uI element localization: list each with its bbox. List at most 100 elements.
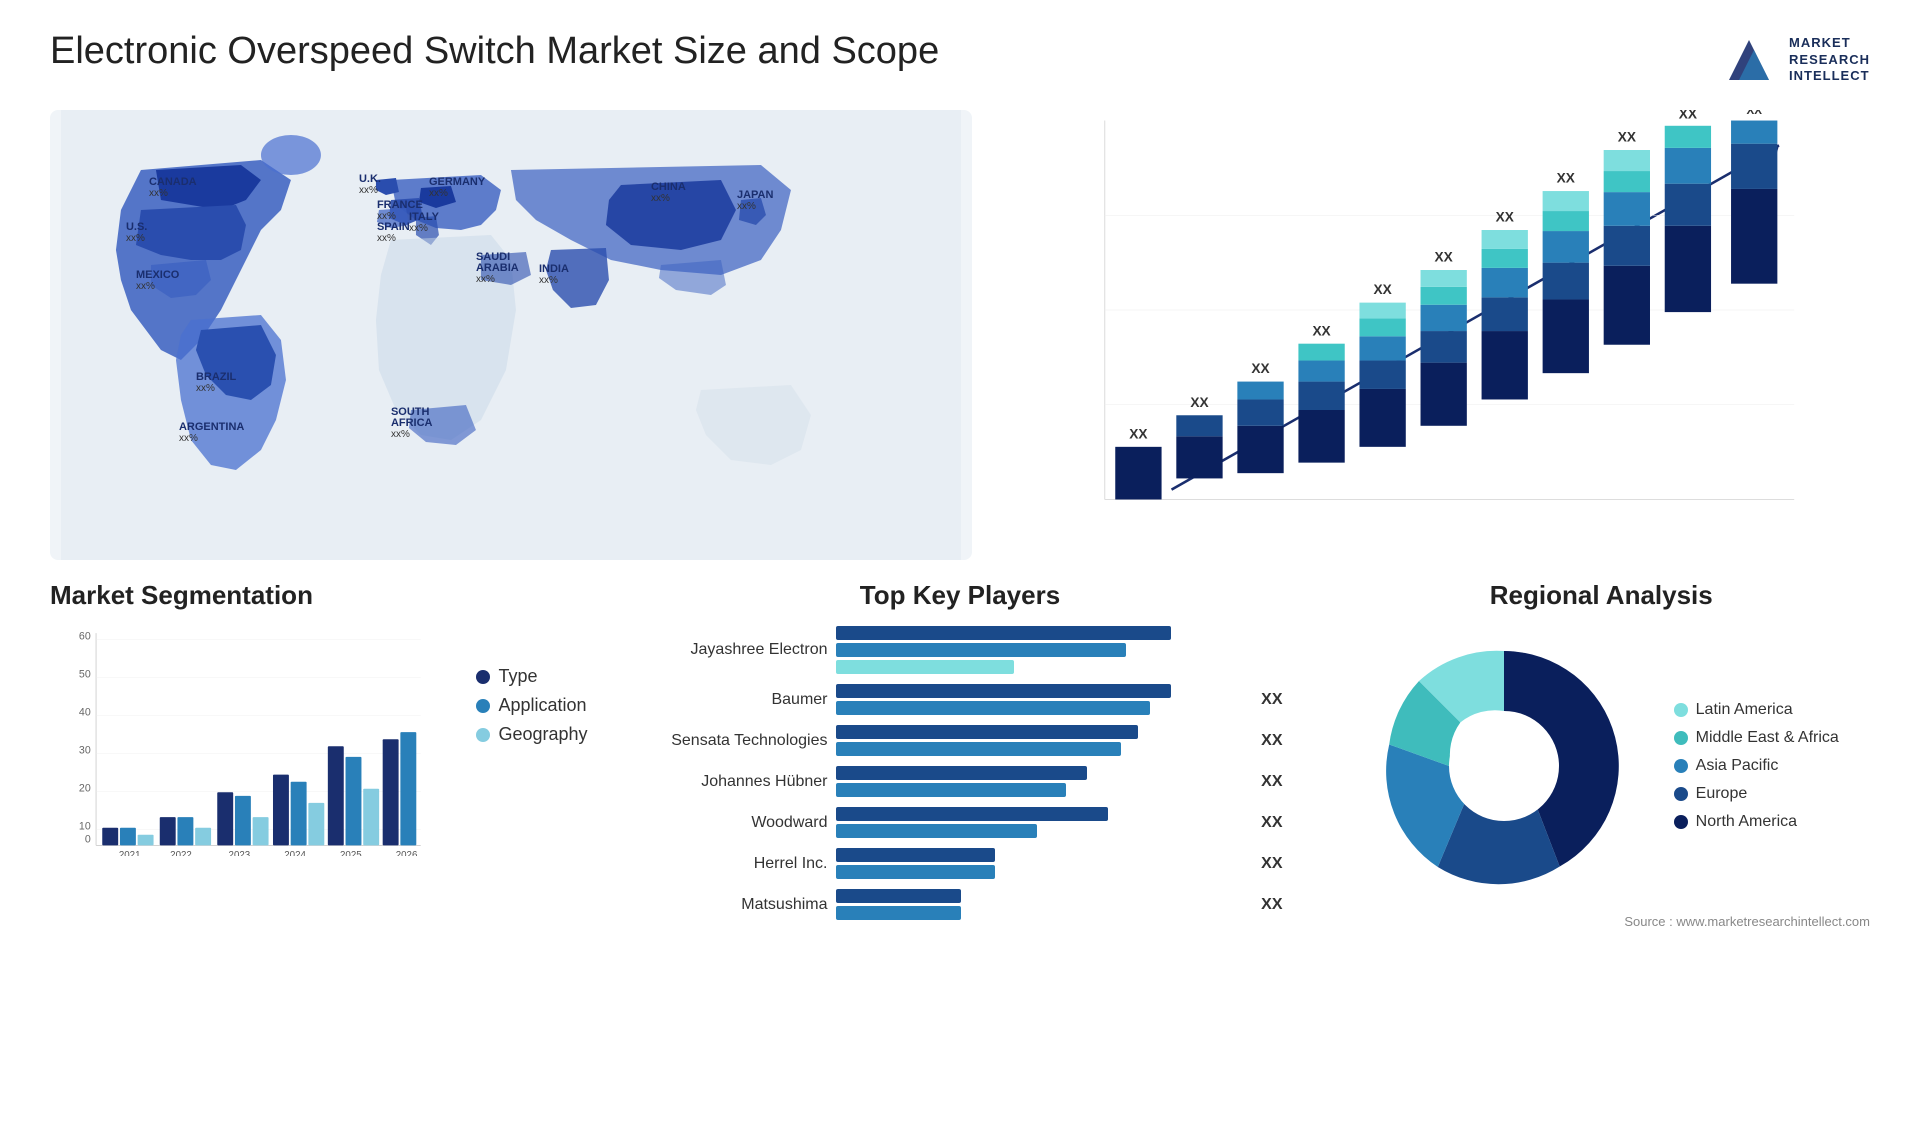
svg-text:CHINA: CHINA xyxy=(651,181,686,193)
legend-mea-dot xyxy=(1674,731,1688,745)
svg-text:xx%: xx% xyxy=(429,188,448,199)
header: Electronic Overspeed Switch Market Size … xyxy=(50,30,1870,90)
svg-text:xx%: xx% xyxy=(136,281,155,292)
svg-text:2031: 2031 xyxy=(1739,509,1769,510)
player-name: Herrel Inc. xyxy=(638,855,828,873)
player-bar-wrap: XX xyxy=(836,766,1283,797)
legend-type-dot xyxy=(476,670,490,684)
player-row: Baumer XX xyxy=(638,684,1283,715)
svg-text:CANADA: CANADA xyxy=(149,176,197,188)
svg-text:2025: 2025 xyxy=(340,850,362,856)
player-bar-wrap xyxy=(836,626,1283,674)
player-name: Baumer xyxy=(638,691,828,709)
player-name: Sensata Technologies xyxy=(638,732,828,750)
svg-text:2026: 2026 xyxy=(1428,509,1458,510)
svg-text:2024: 2024 xyxy=(1306,509,1337,510)
svg-text:2022: 2022 xyxy=(170,850,192,856)
players-title: Top Key Players xyxy=(638,580,1283,611)
svg-text:xx%: xx% xyxy=(539,275,558,286)
svg-text:30: 30 xyxy=(79,744,91,756)
svg-text:2022: 2022 xyxy=(1184,509,1214,510)
player-name: Jayashree Electron xyxy=(638,641,828,659)
svg-text:BRAZIL: BRAZIL xyxy=(196,371,237,383)
svg-text:xx%: xx% xyxy=(359,185,378,196)
svg-text:JAPAN: JAPAN xyxy=(737,189,774,201)
svg-text:xx%: xx% xyxy=(196,383,215,394)
player-name: Johannes Hübner xyxy=(638,773,828,791)
svg-text:XX: XX xyxy=(1373,282,1391,297)
svg-text:2027: 2027 xyxy=(1489,509,1519,510)
player-val: XX xyxy=(1261,773,1282,791)
legend-ap-dot xyxy=(1674,759,1688,773)
svg-text:XX: XX xyxy=(1190,395,1208,410)
svg-text:2023: 2023 xyxy=(1245,509,1275,510)
page-container: Electronic Overspeed Switch Market Size … xyxy=(0,0,1920,1146)
legend-latin-america-dot xyxy=(1674,703,1688,717)
svg-text:XX: XX xyxy=(1618,130,1636,145)
svg-text:2021: 2021 xyxy=(119,850,141,856)
svg-text:xx%: xx% xyxy=(476,274,495,285)
legend-type: Type xyxy=(476,666,587,687)
svg-text:xx%: xx% xyxy=(179,433,198,444)
svg-text:2023: 2023 xyxy=(229,850,251,856)
legend-latin-america-label: Latin America xyxy=(1696,701,1793,719)
logo-container: MARKETRESEARCHINTELLECT xyxy=(1719,30,1870,90)
legend-mea: Middle East & Africa xyxy=(1674,729,1839,747)
player-bar-wrap: XX xyxy=(836,889,1283,920)
player-val: XX xyxy=(1261,855,1282,873)
svg-text:ARGENTINA: ARGENTINA xyxy=(179,421,244,433)
bottom-section: Market Segmentation 60 50 40 30 20 10 0 xyxy=(50,580,1870,1116)
svg-text:SPAIN: SPAIN xyxy=(377,221,410,233)
svg-text:XX: XX xyxy=(1312,323,1330,338)
svg-text:XX: XX xyxy=(1746,110,1762,117)
legend-geo-label: Geography xyxy=(498,724,587,745)
svg-text:2024: 2024 xyxy=(284,850,306,856)
svg-text:xx%: xx% xyxy=(737,201,756,212)
svg-text:U.K.: U.K. xyxy=(359,173,381,185)
svg-text:2028: 2028 xyxy=(1550,509,1581,510)
top-section: CANADA xx% U.S. xx% MEXICO xx% BRAZIL xx… xyxy=(50,110,1870,560)
player-row: Jayashree Electron xyxy=(638,626,1283,674)
donut-legend: Latin America Middle East & Africa Asia … xyxy=(1674,701,1839,831)
legend-europe-dot xyxy=(1674,787,1688,801)
svg-text:10: 10 xyxy=(79,820,91,832)
legend-north-america: North America xyxy=(1674,813,1839,831)
svg-text:FRANCE: FRANCE xyxy=(377,199,423,211)
regional-section: Regional Analysis xyxy=(1333,580,1871,1116)
page-title: Electronic Overspeed Switch Market Size … xyxy=(50,30,939,73)
legend-geo-dot xyxy=(476,728,490,742)
segmentation-legend: Type Application Geography xyxy=(476,626,587,745)
logo-text: MARKETRESEARCHINTELLECT xyxy=(1789,35,1870,86)
svg-text:XX: XX xyxy=(1434,250,1452,265)
segmentation-section: Market Segmentation 60 50 40 30 20 10 0 xyxy=(50,580,588,1116)
svg-text:XX: XX xyxy=(1251,361,1269,376)
legend-mea-label: Middle East & Africa xyxy=(1696,729,1839,747)
player-bar-wrap: XX xyxy=(836,725,1283,756)
svg-text:20: 20 xyxy=(79,782,91,794)
svg-text:GERMANY: GERMANY xyxy=(429,176,486,188)
player-name: Woodward xyxy=(638,814,828,832)
legend-type-label: Type xyxy=(498,666,537,687)
legend-app-dot xyxy=(476,699,490,713)
player-row: Herrel Inc. XX xyxy=(638,848,1283,879)
player-bar-wrap: XX xyxy=(836,807,1283,838)
svg-text:40: 40 xyxy=(79,706,91,718)
legend-latin-america: Latin America xyxy=(1674,701,1839,719)
svg-text:xx%: xx% xyxy=(377,233,396,244)
svg-text:MEXICO: MEXICO xyxy=(136,269,180,281)
map-container: CANADA xx% U.S. xx% MEXICO xx% BRAZIL xx… xyxy=(50,110,972,560)
segmentation-title: Market Segmentation xyxy=(50,580,588,611)
svg-text:XX: XX xyxy=(1679,110,1697,121)
svg-text:xx%: xx% xyxy=(651,193,670,204)
source-text: Source : www.marketresearchintellect.com xyxy=(1333,914,1871,929)
player-bar-wrap: XX xyxy=(836,684,1283,715)
legend-ap-label: Asia Pacific xyxy=(1696,757,1779,775)
players-section: Top Key Players Jayashree Electron Baume… xyxy=(618,580,1303,1116)
svg-text:xx%: xx% xyxy=(391,429,410,440)
legend-application: Application xyxy=(476,695,587,716)
player-row: Matsushima XX xyxy=(638,889,1283,920)
legend-app-label: Application xyxy=(498,695,586,716)
svg-text:2029: 2029 xyxy=(1612,509,1642,510)
svg-text:XX: XX xyxy=(1129,426,1147,441)
svg-text:2025: 2025 xyxy=(1367,509,1398,510)
